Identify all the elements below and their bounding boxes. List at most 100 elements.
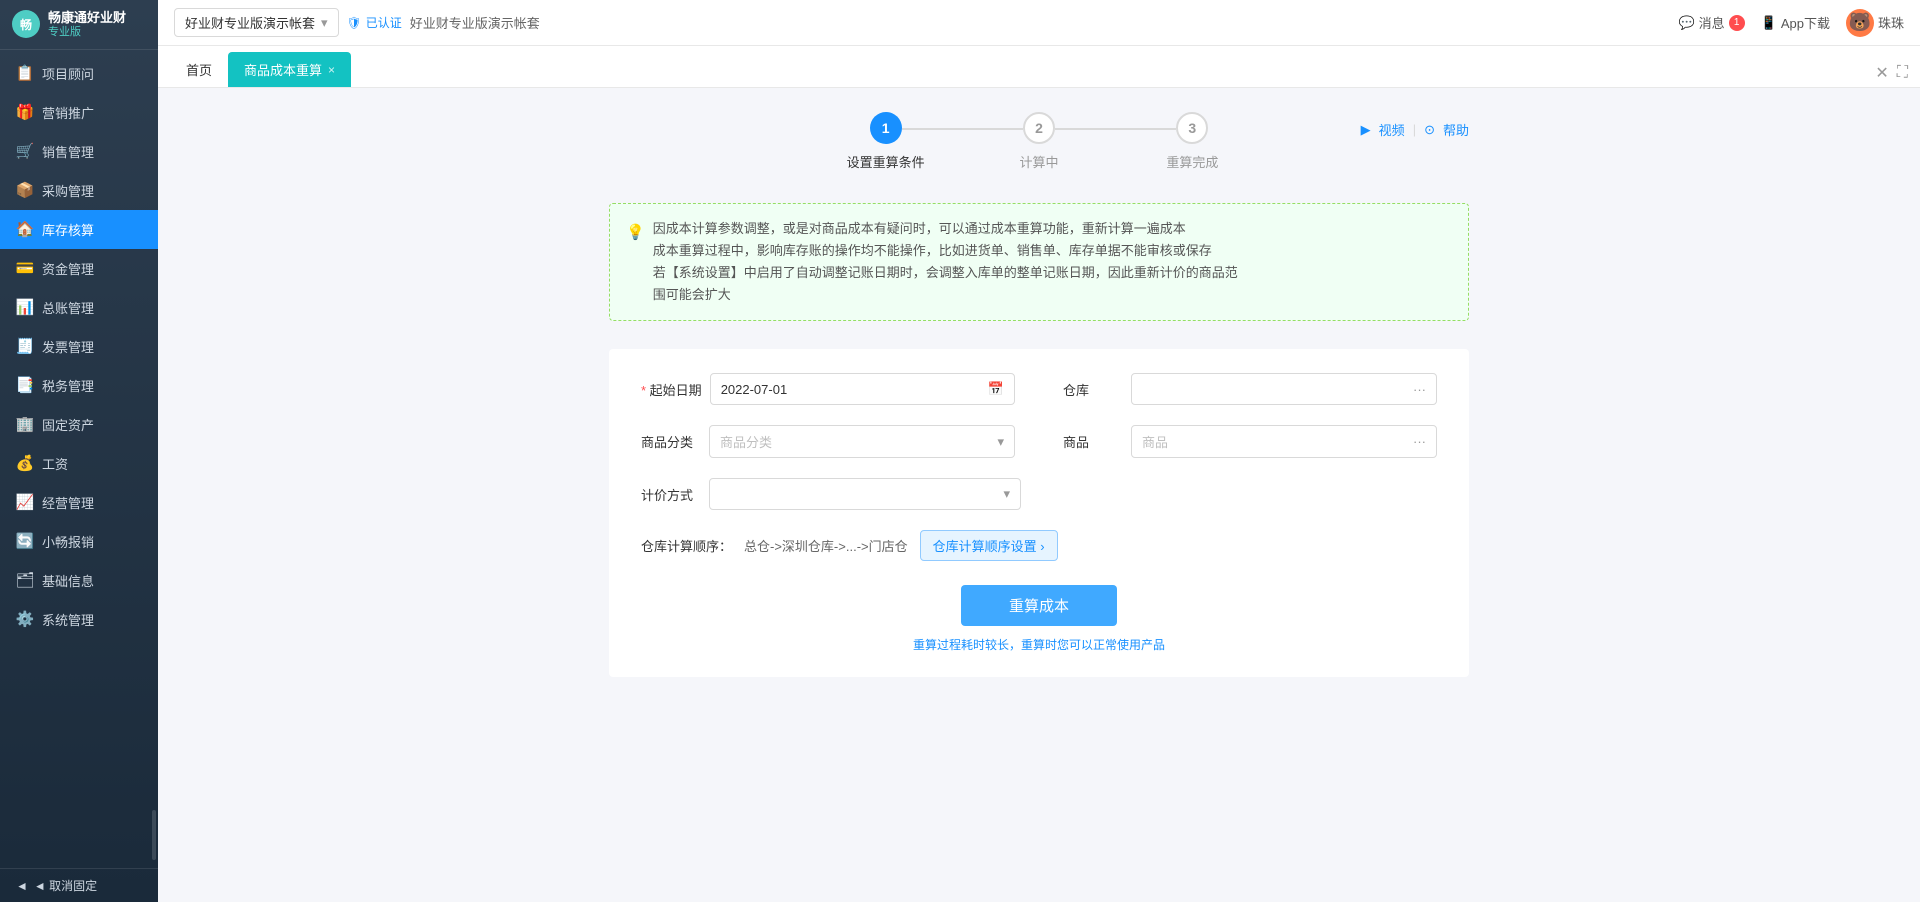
info-content: 因成本计算参数调整，或是对商品成本有疑问时，可以通过成本重算功能，重新计算一遍成… — [653, 218, 1238, 306]
step-2-num: 2 — [1035, 120, 1043, 136]
product-label: 商品 — [1063, 432, 1123, 451]
app-download-button[interactable]: 📱 App下载 — [1761, 13, 1830, 32]
pricing-select[interactable]: ▾ — [709, 478, 1021, 510]
nav-label-project: 项目顾问 — [42, 64, 94, 83]
nav-label-tax: 税务管理 — [42, 376, 94, 395]
unpin-button[interactable]: ◄ ◄ 取消固定 — [0, 868, 158, 902]
tab-home-label: 首页 — [186, 60, 212, 79]
sidebar-item-finance[interactable]: 💳 资金管理 — [0, 249, 158, 288]
step-2-label: 计算中 — [1019, 152, 1058, 171]
tab-close-icon[interactable]: × — [328, 63, 335, 77]
stepper: 1 设置重算条件 2 计算中 3 重算完成 — [609, 112, 1469, 171]
chevron-down-icon: ▾ — [321, 15, 328, 31]
step-line-2 — [1055, 128, 1176, 130]
step-1-label: 设置重算条件 — [847, 152, 925, 171]
sidebar-item-assets[interactable]: 🏢 固定资产 — [0, 405, 158, 444]
video-label[interactable]: 视频 — [1379, 120, 1405, 139]
product-input[interactable]: 商品 ··· — [1131, 425, 1437, 458]
unpin-label: ◄ 取消固定 — [34, 877, 97, 894]
sidebar-item-system[interactable]: ⚙️ 系统管理 — [0, 600, 158, 639]
step-help-area: ▶ 视频 | ⊙ 帮助 — [1361, 120, 1469, 139]
message-button[interactable]: 💬 消息 1 — [1678, 13, 1744, 32]
main-area: 好业财专业版演示帐套 ▾ 🛡 已认证 好业财专业版演示帐套 💬 消息 1 📱 A… — [158, 0, 1920, 902]
info-box: 💡 因成本计算参数调整，或是对商品成本有疑问时，可以通过成本重算功能，重新计算一… — [609, 203, 1469, 321]
sidebar-logo: 畅 畅康通好业财 专业版 — [0, 0, 158, 50]
info-line-3: 若【系统设置】中启用了自动调整记账日期时，会调整入库单的整单记账日期，因此重新计… — [653, 262, 1238, 284]
divider: | — [1413, 122, 1416, 137]
nav-icon-payroll: 💰 — [16, 454, 34, 472]
sidebar-item-expense[interactable]: 🔄 小畅报销 — [0, 522, 158, 561]
start-date-label: 起始日期 — [641, 380, 702, 399]
nav-icon-tax: 📑 — [16, 376, 34, 394]
step-line-1 — [902, 128, 1023, 130]
sidebar-item-operations[interactable]: 📈 经营管理 — [0, 483, 158, 522]
category-placeholder: 商品分类 — [720, 432, 772, 451]
pricing-field: 计价方式 ▾ — [641, 478, 1021, 510]
nav-label-expense: 小畅报销 — [42, 532, 94, 551]
verified-label: 已认证 — [366, 14, 402, 31]
warehouse-dots-icon[interactable]: ··· — [1413, 382, 1426, 397]
close-window-button[interactable]: ✕ — [1875, 63, 1888, 83]
sidebar-item-sales[interactable]: 🛒 销售管理 — [0, 132, 158, 171]
nav-icon-sales: 🛒 — [16, 142, 34, 160]
sidebar-item-accounting[interactable]: 📊 总账管理 — [0, 288, 158, 327]
tab-home[interactable]: 首页 — [170, 52, 228, 87]
sidebar-item-invoice[interactable]: 🧾 发票管理 — [0, 327, 158, 366]
submit-area: 重算成本 重算过程耗时较长，重算时您可以正常使用产品 — [641, 585, 1437, 653]
step-1-num: 1 — [882, 120, 890, 136]
bulb-icon: 💡 — [626, 220, 645, 306]
nav-icon-basic: 🗂 — [16, 571, 34, 589]
tab-actions: ✕ ⛶ — [1875, 63, 1908, 87]
warehouse-field: 仓库 ··· — [1063, 373, 1437, 405]
logo-text: 畅康通好业财 专业版 — [48, 10, 126, 39]
user-name: 珠珠 — [1878, 13, 1904, 32]
category-select[interactable]: 商品分类 ▾ — [709, 425, 1015, 458]
verified-account-text: 好业财专业版演示帐套 — [410, 13, 540, 32]
sidebar-item-purchase[interactable]: 📦 采购管理 — [0, 171, 158, 210]
nav-label-system: 系统管理 — [42, 610, 94, 629]
step-1: 1 设置重算条件 — [809, 112, 962, 171]
nav-label-inventory: 库存核算 — [42, 220, 94, 239]
warehouse-label: 仓库 — [1063, 380, 1123, 399]
tab-cost-recalc[interactable]: 商品成本重算 × — [228, 52, 351, 87]
product-dots-icon[interactable]: ··· — [1413, 434, 1426, 449]
category-field: 商品分类 商品分类 ▾ — [641, 425, 1015, 458]
top-bar: 好业财专业版演示帐套 ▾ 🛡 已认证 好业财专业版演示帐套 💬 消息 1 📱 A… — [158, 0, 1920, 46]
phone-icon: 📱 — [1761, 15, 1777, 31]
chevron-down-icon-pricing: ▾ — [1003, 486, 1010, 502]
tab-cost-recalc-label: 商品成本重算 — [244, 60, 322, 79]
calendar-icon[interactable]: 📅 — [988, 381, 1004, 397]
sidebar-item-inventory[interactable]: 🏠 库存核算 — [0, 210, 158, 249]
nav-icon-purchase: 📦 — [16, 181, 34, 199]
user-avatar-area[interactable]: 🐻 珠珠 — [1846, 9, 1904, 37]
start-date-field: 起始日期 2022-07-01 📅 — [641, 373, 1015, 405]
sidebar-item-payroll[interactable]: 💰 工资 — [0, 444, 158, 483]
nav-label-operations: 经营管理 — [42, 493, 94, 512]
nav-icon-inventory: 🏠 — [16, 220, 34, 238]
sidebar-item-basic[interactable]: 🗂 基础信息 — [0, 561, 158, 600]
sidebar-item-project[interactable]: 📋 项目顾问 — [0, 54, 158, 93]
sidebar-item-tax[interactable]: 📑 税务管理 — [0, 366, 158, 405]
warehouse-order-settings-button[interactable]: 仓库计算顺序设置 › — [920, 530, 1058, 561]
start-date-input[interactable]: 2022-07-01 📅 — [710, 373, 1015, 405]
nav-label-finance: 资金管理 — [42, 259, 94, 278]
help-label[interactable]: 帮助 — [1443, 120, 1469, 139]
message-badge: 1 — [1729, 15, 1745, 31]
sidebar-item-marketing[interactable]: 🎁 营销推广 — [0, 93, 158, 132]
app-download-label: App下载 — [1781, 13, 1830, 32]
step-3-label: 重算完成 — [1166, 152, 1218, 171]
recalculate-button[interactable]: 重算成本 — [961, 585, 1117, 626]
nav-label-purchase: 采购管理 — [42, 181, 94, 200]
form-row-1: 起始日期 2022-07-01 📅 仓库 ··· — [641, 373, 1437, 405]
recalculate-label: 重算成本 — [1009, 598, 1069, 615]
maximize-button[interactable]: ⛶ — [1897, 64, 1908, 82]
nav-icon-marketing: 🎁 — [16, 103, 34, 121]
nav-icon-operations: 📈 — [16, 493, 34, 511]
message-label: 消息 — [1699, 13, 1725, 32]
nav-label-invoice: 发票管理 — [42, 337, 94, 356]
avatar: 🐻 — [1846, 9, 1874, 37]
nav-icon-project: 📋 — [16, 64, 34, 82]
warehouse-input[interactable]: ··· — [1131, 373, 1437, 405]
step-2: 2 计算中 — [962, 112, 1115, 171]
account-selector[interactable]: 好业财专业版演示帐套 ▾ — [174, 8, 339, 37]
